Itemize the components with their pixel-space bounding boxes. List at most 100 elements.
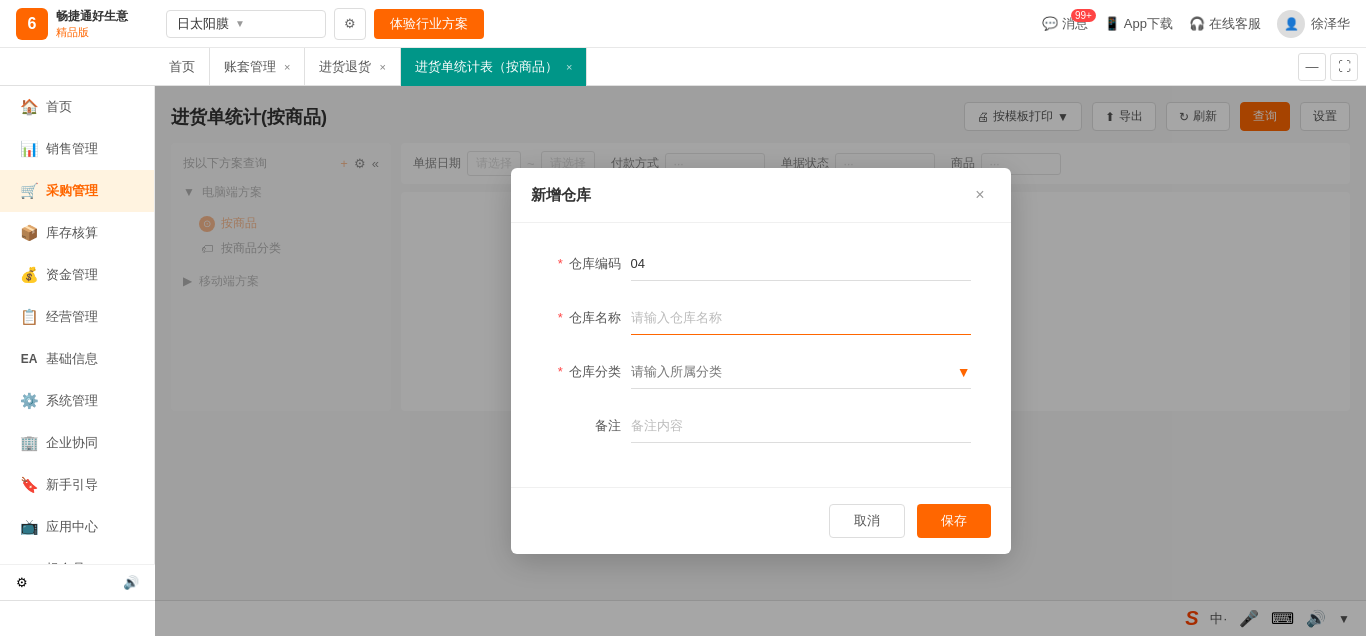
tab-purchase-stats-close-icon[interactable]: × (566, 61, 572, 73)
sound-icon[interactable]: 🔊 (123, 575, 139, 590)
system-icon: ⚙️ (20, 392, 38, 410)
sidebar-item-finance[interactable]: 💰 资金管理 (0, 254, 154, 296)
sidebar-item-sales[interactable]: 📊 销售管理 (0, 128, 154, 170)
required-star-category: * (558, 364, 563, 379)
category-label: * 仓库分类 (551, 363, 621, 381)
message-button[interactable]: 💬 消息 99+ (1042, 15, 1088, 33)
sidebar-item-enterprise-label: 企业协同 (46, 434, 98, 452)
top-center: 日太阳膜 ▼ ⚙ 体验行业方案 (166, 8, 1042, 40)
sidebar-bottom: ⚙ 🔊 (0, 564, 155, 600)
top-right: 💬 消息 99+ 📱 App下载 🎧 在线客服 👤 徐泽华 (1042, 10, 1350, 38)
warehouse-name-input[interactable] (631, 301, 971, 335)
online-service-button[interactable]: 🎧 在线客服 (1189, 15, 1261, 33)
sidebar-item-enterprise[interactable]: 🏢 企业协同 (0, 422, 154, 464)
warehouse-code-input[interactable] (631, 247, 971, 281)
sidebar-item-purchase-label: 采购管理 (46, 182, 98, 200)
home-icon: 🏠 (20, 98, 38, 116)
sidebar-item-operations[interactable]: 📋 经营管理 (0, 296, 154, 338)
finance-icon: 💰 (20, 266, 38, 284)
app-download-icon: 📱 (1104, 16, 1120, 31)
sidebar-item-operations-label: 经营管理 (46, 308, 98, 326)
tab-account-label: 账套管理 (224, 58, 276, 76)
sidebar-item-app-center[interactable]: 📺 应用中心 (0, 506, 154, 548)
tab-purchase-return-label: 进货退货 (319, 58, 371, 76)
logo-icon: 6 (16, 8, 48, 40)
sidebar: 🏠 首页 📊 销售管理 🛒 采购管理 📦 库存核算 💰 资金管理 📋 经营管理 … (0, 86, 155, 636)
form-row-note: 备注 (551, 409, 971, 443)
code-label: * 仓库编码 (551, 255, 621, 273)
store-arrow-icon: ▼ (235, 18, 245, 29)
main-layout: 🏠 首页 📊 销售管理 🛒 采购管理 📦 库存核算 💰 资金管理 📋 经营管理 … (0, 86, 1366, 636)
sales-icon: 📊 (20, 140, 38, 158)
tab-expand-button[interactable]: ⛶ (1330, 53, 1358, 81)
gear-button[interactable]: ⚙ (334, 8, 366, 40)
required-star-name: * (558, 310, 563, 325)
inventory-icon: 📦 (20, 224, 38, 242)
tab-purchase-return[interactable]: 进货退货 × (305, 48, 400, 86)
tab-home[interactable]: 首页 (155, 48, 210, 86)
user-name: 徐泽华 (1311, 15, 1350, 33)
sidebar-item-finance-label: 资金管理 (46, 266, 98, 284)
operations-icon: 📋 (20, 308, 38, 326)
basic-info-icon: EA (20, 350, 38, 368)
sidebar-item-system[interactable]: ⚙️ 系统管理 (0, 380, 154, 422)
category-select-input[interactable] (631, 360, 957, 383)
settings-bottom-icon[interactable]: ⚙ (16, 575, 28, 590)
sidebar-item-purchase[interactable]: 🛒 采购管理 (0, 170, 154, 212)
logo-area: 6 畅捷通好生意 精品版 (16, 8, 166, 40)
sidebar-item-home[interactable]: 🏠 首页 (0, 86, 154, 128)
top-header: 6 畅捷通好生意 精品版 日太阳膜 ▼ ⚙ 体验行业方案 💬 消息 99+ 📱 … (0, 0, 1366, 48)
headset-icon: 🎧 (1189, 16, 1205, 31)
sidebar-item-system-label: 系统管理 (46, 392, 98, 410)
trial-button[interactable]: 体验行业方案 (374, 9, 484, 39)
sidebar-item-basic-info-label: 基础信息 (46, 350, 98, 368)
name-label: * 仓库名称 (551, 309, 621, 327)
modal-header: 新增仓库 × (511, 168, 1011, 223)
tab-purchase-stats-label: 进货单统计表（按商品） (415, 58, 558, 76)
warehouse-note-input[interactable] (631, 409, 971, 443)
tab-account[interactable]: 账套管理 × (210, 48, 305, 86)
tabs-bar: 首页 账套管理 × 进货退货 × 进货单统计表（按商品） × — ⛶ (0, 48, 1366, 86)
sidebar-item-guide[interactable]: 🔖 新手引导 (0, 464, 154, 506)
sidebar-item-guide-label: 新手引导 (46, 476, 98, 494)
content-area: 进货单统计(按商品) 🖨 按模板打印 ▼ ⬆ 导出 ↻ 刷新 (155, 86, 1366, 636)
message-badge: 99+ (1071, 9, 1096, 22)
required-star-code: * (558, 256, 563, 271)
sidebar-item-inventory-label: 库存核算 (46, 224, 98, 242)
cancel-button[interactable]: 取消 (829, 504, 905, 538)
sidebar-item-app-center-label: 应用中心 (46, 518, 98, 536)
form-row-name: * 仓库名称 (551, 301, 971, 335)
store-selector[interactable]: 日太阳膜 ▼ (166, 10, 326, 38)
enterprise-icon: 🏢 (20, 434, 38, 452)
modal-body: * 仓库编码 * 仓库名称 (511, 223, 1011, 487)
store-name: 日太阳膜 (177, 15, 229, 33)
tab-purchase-stats[interactable]: 进货单统计表（按商品） × (401, 48, 587, 86)
gear-icon: ⚙ (344, 16, 356, 31)
tab-minimize-button[interactable]: — (1298, 53, 1326, 81)
modal-overlay: 新增仓库 × * 仓库编码 (155, 86, 1366, 636)
message-icon: 💬 (1042, 16, 1058, 31)
form-row-category: * 仓库分类 ▼ (551, 355, 971, 389)
app-download-button[interactable]: 📱 App下载 (1104, 15, 1173, 33)
modal-new-warehouse: 新增仓库 × * 仓库编码 (511, 168, 1011, 554)
sidebar-item-sales-label: 销售管理 (46, 140, 98, 158)
modal-title: 新增仓库 (531, 186, 591, 205)
tab-purchase-return-close-icon[interactable]: × (379, 61, 385, 73)
app-center-icon: 📺 (20, 518, 38, 536)
form-row-code: * 仓库编码 (551, 247, 971, 281)
save-button[interactable]: 保存 (917, 504, 991, 538)
purchase-icon: 🛒 (20, 182, 38, 200)
tab-home-label: 首页 (169, 58, 195, 76)
tab-account-close-icon[interactable]: × (284, 61, 290, 73)
category-select-wrapper: ▼ (631, 355, 971, 389)
category-dropdown-icon[interactable]: ▼ (957, 364, 971, 380)
sidebar-item-home-label: 首页 (46, 98, 72, 116)
user-menu[interactable]: 👤 徐泽华 (1277, 10, 1350, 38)
sidebar-item-inventory[interactable]: 📦 库存核算 (0, 212, 154, 254)
guide-icon: 🔖 (20, 476, 38, 494)
avatar: 👤 (1277, 10, 1305, 38)
logo-text: 畅捷通好生意 精品版 (56, 8, 128, 40)
sidebar-item-basic-info[interactable]: EA 基础信息 (0, 338, 154, 380)
note-label: 备注 (551, 417, 621, 435)
modal-close-button[interactable]: × (969, 184, 990, 206)
